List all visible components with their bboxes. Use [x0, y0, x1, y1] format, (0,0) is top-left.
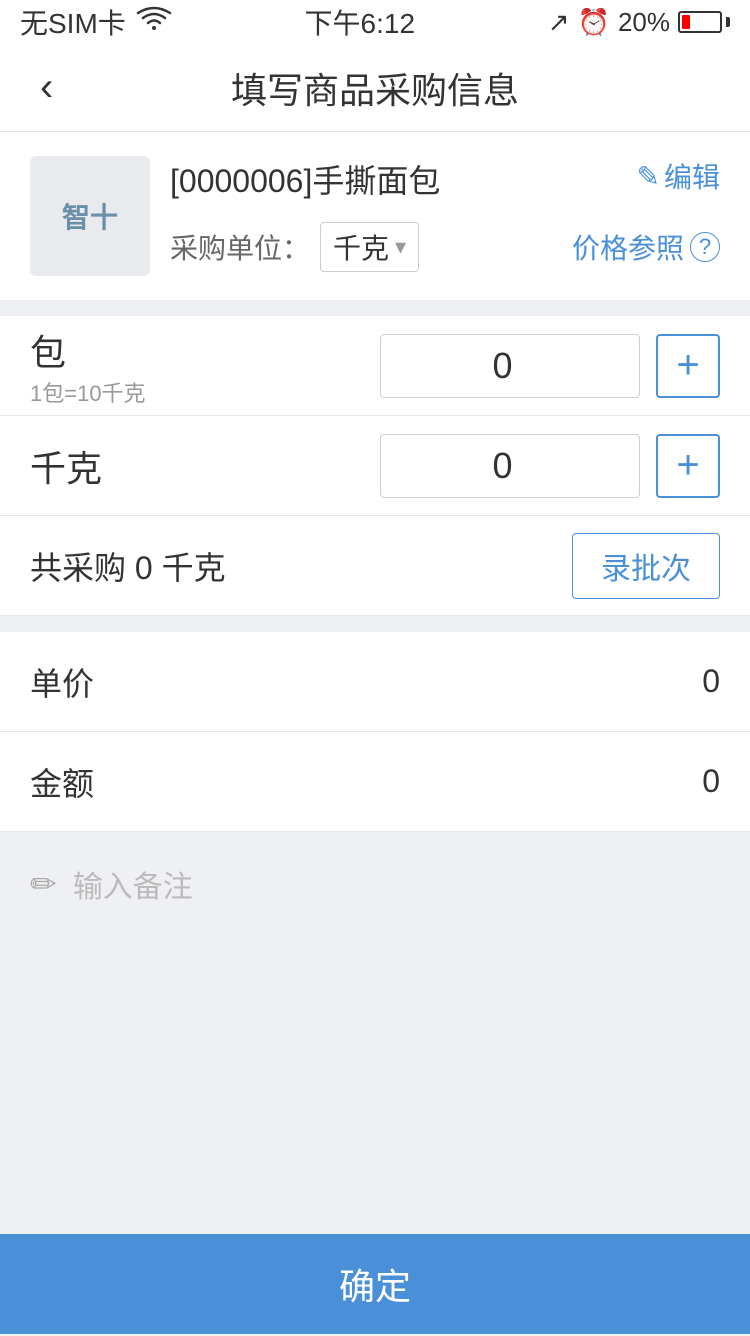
location-icon: ↗: [548, 7, 570, 38]
amount-value: 0: [702, 763, 720, 800]
nav-bar: ‹ 填写商品采购信息: [0, 44, 750, 132]
unit-select[interactable]: 千克 ▾: [320, 222, 419, 272]
separator-1: [0, 300, 750, 316]
product-image: 智十: [30, 156, 150, 276]
amount-row: 金额 0: [0, 732, 750, 832]
battery-percent: 20%: [618, 7, 670, 38]
back-button[interactable]: ‹: [30, 55, 63, 120]
unit-selected-text: 千克: [333, 227, 389, 267]
time-text: 下午6:12: [305, 2, 416, 42]
edit-button[interactable]: ✎ 编辑: [637, 156, 720, 196]
bao-input[interactable]: [380, 334, 640, 398]
page-title: 填写商品采购信息: [231, 62, 519, 114]
battery-icon: [678, 11, 730, 33]
batch-button[interactable]: 录批次: [572, 533, 720, 599]
price-section: 单价 0 金额 0: [0, 632, 750, 832]
unit-price-row: 单价 0: [0, 632, 750, 732]
unit-price-label: 单价: [30, 659, 94, 705]
product-unit: 采购单位： 千克 ▾ 价格参照 ?: [170, 222, 720, 272]
unit-arrow-icon: ▾: [395, 234, 406, 260]
confirm-button[interactable]: 确定: [0, 1234, 750, 1334]
edit-label: 编辑: [664, 156, 720, 196]
bao-plus-button[interactable]: +: [656, 334, 720, 398]
carrier-text: 无SIM卡: [20, 2, 126, 42]
note-placeholder: 输入备注: [73, 862, 193, 906]
bao-input-row: 包 1包=10千克 +: [0, 316, 750, 416]
product-card: 智十 [0000006]手撕面包 ✎ 编辑 采购单位： 千克 ▾ 价格参照 ?: [0, 132, 750, 300]
bao-label: 包 1包=10千克: [30, 324, 150, 408]
kg-input-row: 千克 +: [0, 416, 750, 516]
product-logo: 智十: [62, 196, 118, 236]
kg-label-main: 千克: [30, 440, 150, 492]
content-area: [0, 936, 750, 1236]
edit-icon: ✎: [637, 160, 660, 193]
summary-text: 共采购 0 千克: [30, 543, 226, 589]
status-left: 无SIM卡: [20, 2, 172, 42]
wifi-icon: [136, 6, 172, 39]
amount-label: 金额: [30, 759, 94, 805]
product-header: [0000006]手撕面包 ✎ 编辑: [170, 156, 720, 202]
product-name: [0000006]手撕面包: [170, 156, 440, 202]
bao-label-main: 包: [30, 324, 150, 376]
separator-2: [0, 616, 750, 632]
unit-price-value: 0: [702, 663, 720, 700]
summary-row: 共采购 0 千克 录批次: [0, 516, 750, 616]
status-bar: 无SIM卡 下午6:12 ↗ ⏰ 20%: [0, 0, 750, 44]
bao-control: +: [150, 334, 720, 398]
confirm-label: 确定: [339, 1258, 411, 1310]
price-ref-label: 价格参照: [572, 227, 684, 267]
kg-input[interactable]: [380, 434, 640, 498]
status-right: ↗ ⏰ 20%: [548, 7, 730, 38]
unit-label: 采购单位：: [170, 227, 310, 267]
help-icon: ?: [690, 232, 720, 262]
kg-control: +: [150, 434, 720, 498]
input-section: 包 1包=10千克 + 千克 + 共采购 0 千克 录批次: [0, 316, 750, 616]
alarm-icon: ⏰: [578, 7, 610, 38]
kg-plus-button[interactable]: +: [656, 434, 720, 498]
price-ref-button[interactable]: 价格参照 ?: [572, 227, 720, 267]
note-section[interactable]: ✏ 输入备注: [0, 832, 750, 936]
bao-label-sub: 1包=10千克: [30, 376, 150, 408]
note-icon: ✏: [30, 865, 57, 903]
product-info: [0000006]手撕面包 ✎ 编辑 采购单位： 千克 ▾ 价格参照 ?: [170, 156, 720, 272]
kg-label: 千克: [30, 440, 150, 492]
